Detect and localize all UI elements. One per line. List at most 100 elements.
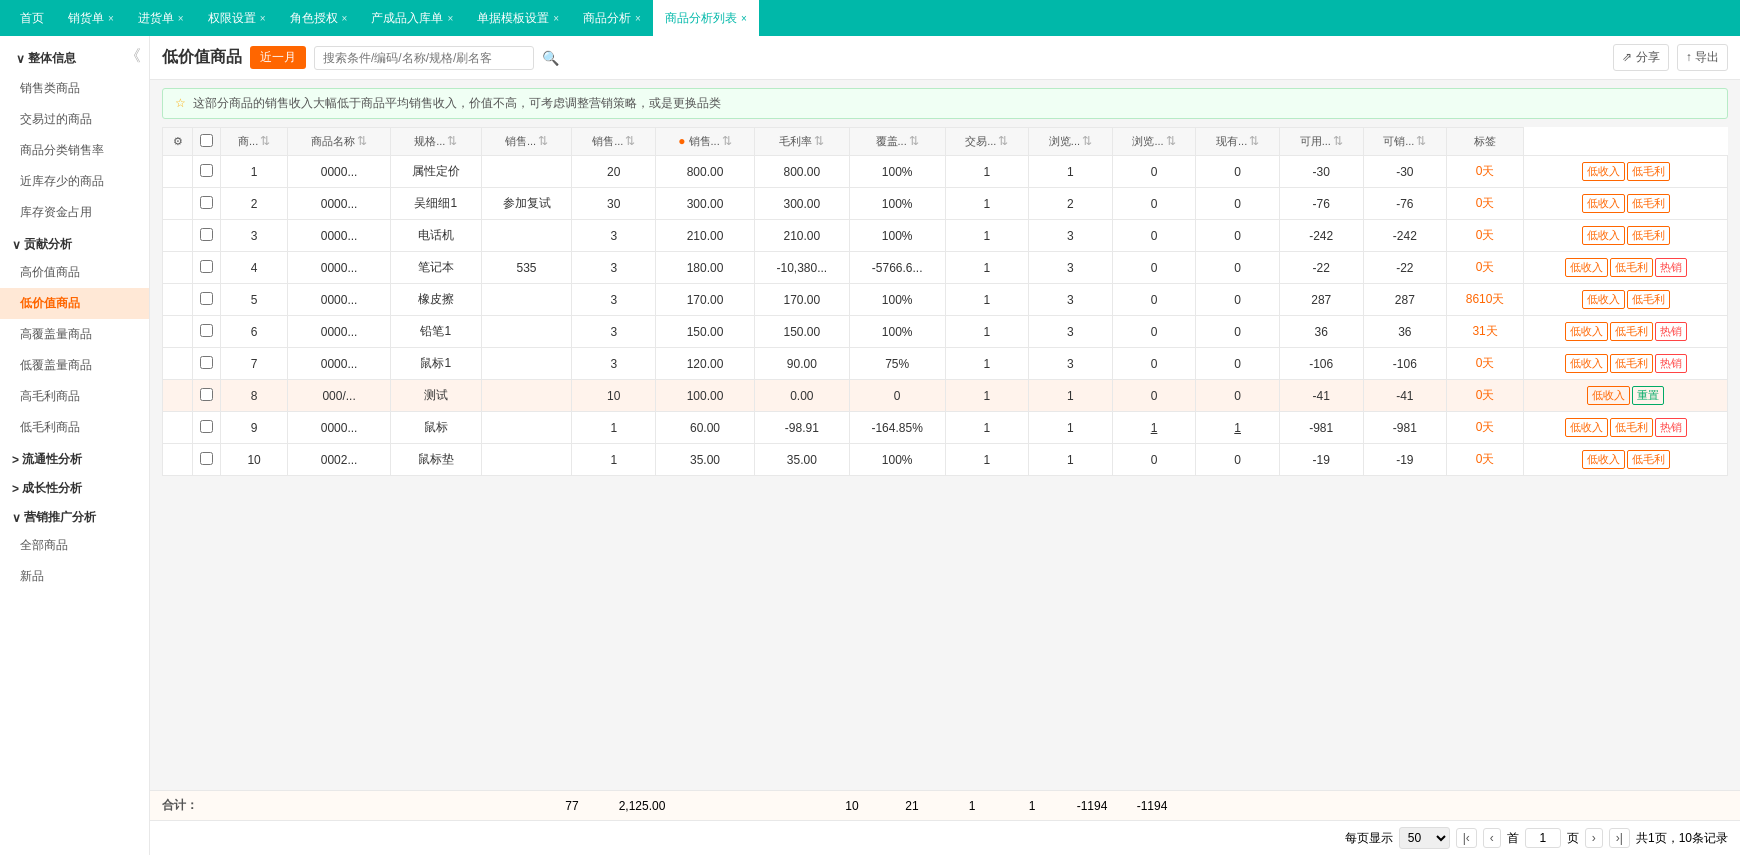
cell-days: 0天 [1447, 188, 1524, 220]
sidebar-item-all-products[interactable]: 全部商品 [0, 530, 149, 561]
cell-settings [163, 284, 193, 316]
cell-stock1: -30 [1279, 156, 1363, 188]
cell-check[interactable] [193, 252, 221, 284]
sidebar-item-traded[interactable]: 交易过的商品 [0, 104, 149, 135]
cell-num: 10 [221, 444, 288, 476]
cell-settings [163, 188, 193, 220]
close-icon[interactable]: × [553, 13, 559, 24]
nav-product-analysis-list[interactable]: 商品分析列表 × [653, 0, 759, 36]
nav-home[interactable]: 首页 [8, 0, 56, 36]
sidebar-item-category-sales[interactable]: 商品分类销售率 [0, 135, 149, 166]
browse-link2[interactable]: 1 [1234, 421, 1241, 435]
cell-check[interactable] [193, 444, 221, 476]
row-checkbox[interactable] [200, 388, 213, 401]
close-icon[interactable]: × [260, 13, 266, 24]
page-size-select[interactable]: 50 100 200 [1399, 827, 1450, 849]
row-checkbox[interactable] [200, 164, 213, 177]
nav-template-settings[interactable]: 单据模板设置 × [465, 0, 571, 36]
page-number-input[interactable] [1525, 828, 1561, 848]
sidebar-item-sales-products[interactable]: 销售类商品 [0, 73, 149, 104]
nav-sales-order[interactable]: 销货单 × [56, 0, 126, 36]
close-icon[interactable]: × [342, 13, 348, 24]
sidebar-item-high-margin[interactable]: 高毛利商品 [0, 381, 149, 412]
export-button[interactable]: ↑ 导出 [1677, 44, 1728, 71]
col-browse2: 浏览...⇅ [1112, 128, 1196, 156]
cell-margin: 100% [849, 188, 945, 220]
sidebar-item-low-margin[interactable]: 低毛利商品 [0, 412, 149, 443]
tag-badge: 热销 [1655, 322, 1687, 341]
cell-check[interactable] [193, 412, 221, 444]
page-size-label: 每页显示 [1345, 830, 1393, 847]
cell-settings [163, 252, 193, 284]
share-button[interactable]: ⇗ 分享 [1613, 44, 1668, 71]
first-page-btn[interactable]: |‹ [1456, 828, 1477, 848]
cell-browse1: 0 [1112, 444, 1196, 476]
cell-cover: 1 [945, 412, 1029, 444]
date-filter-button[interactable]: 近一月 [250, 46, 306, 69]
check-all-checkbox[interactable] [200, 134, 213, 147]
sidebar-section-liquidity[interactable]: > 流通性分析 [0, 443, 149, 472]
cell-check[interactable] [193, 348, 221, 380]
row-checkbox[interactable] [200, 228, 213, 241]
search-input[interactable] [314, 46, 534, 70]
nav-product-analysis[interactable]: 商品分析 × [571, 0, 653, 36]
close-icon[interactable]: × [741, 13, 747, 24]
sidebar-item-high-value[interactable]: 高价值商品 [0, 257, 149, 288]
sidebar-item-new-products[interactable]: 新品 [0, 561, 149, 592]
cell-check[interactable] [193, 156, 221, 188]
browse-link[interactable]: 1 [1151, 421, 1158, 435]
table-container[interactable]: ⚙ 商...⇅ 商品名称⇅ 规格...⇅ 销售...⇅ 销售...⇅ ● 销售.… [162, 127, 1728, 790]
cell-stock2: -76 [1363, 188, 1447, 220]
next-page-btn[interactable]: › [1585, 828, 1603, 848]
cell-margin: 100% [849, 316, 945, 348]
cell-spec [481, 316, 572, 348]
sidebar-item-low-stock[interactable]: 近库存少的商品 [0, 166, 149, 197]
table-row: 4 0000... 笔记本 535 3 180.00 -10,380... -5… [163, 252, 1728, 284]
row-checkbox[interactable] [200, 292, 213, 305]
close-icon[interactable]: × [635, 13, 641, 24]
cell-num: 7 [221, 348, 288, 380]
row-checkbox[interactable] [200, 260, 213, 273]
col-check-all[interactable] [193, 128, 221, 156]
cell-stock2: -106 [1363, 348, 1447, 380]
tag-badge: 低收入 [1565, 258, 1608, 277]
row-checkbox[interactable] [200, 324, 213, 337]
tag-badge: 低收入 [1582, 450, 1625, 469]
cell-num: 1 [221, 156, 288, 188]
sidebar-collapse-btn[interactable]: 《 [121, 44, 145, 69]
cell-sale1: 1 [572, 444, 656, 476]
col-settings[interactable]: ⚙ [163, 128, 193, 156]
cell-check[interactable] [193, 380, 221, 412]
sidebar-section-growth[interactable]: > 成长性分析 [0, 472, 149, 501]
cell-check[interactable] [193, 284, 221, 316]
cell-check[interactable] [193, 220, 221, 252]
row-checkbox[interactable] [200, 452, 213, 465]
last-page-btn[interactable]: ›| [1609, 828, 1630, 848]
sidebar-item-low-value[interactable]: 低价值商品 [0, 288, 149, 319]
nav-purchase-order[interactable]: 进货单 × [126, 0, 196, 36]
nav-product-storage[interactable]: 产成品入库单 × [359, 0, 465, 36]
search-icon[interactable]: 🔍 [542, 50, 559, 66]
cell-check[interactable] [193, 316, 221, 348]
cell-browse2: 0 [1196, 444, 1280, 476]
nav-permissions[interactable]: 权限设置 × [196, 0, 278, 36]
table-row: 6 0000... 铅笔1 3 150.00 150.00 100% 1 3 0… [163, 316, 1728, 348]
cell-trade: 2 [1029, 188, 1113, 220]
prev-page-btn[interactable]: ‹ [1483, 828, 1501, 848]
cell-check[interactable] [193, 188, 221, 220]
sidebar-item-high-coverage[interactable]: 高覆盖量商品 [0, 319, 149, 350]
row-checkbox[interactable] [200, 356, 213, 369]
cell-settings [163, 444, 193, 476]
close-icon[interactable]: × [108, 13, 114, 24]
cell-trade: 3 [1029, 252, 1113, 284]
tag-badge: 低收入 [1582, 194, 1625, 213]
row-checkbox[interactable] [200, 196, 213, 209]
cell-num: 6 [221, 316, 288, 348]
close-icon[interactable]: × [178, 13, 184, 24]
cell-trade: 1 [1029, 156, 1113, 188]
row-checkbox[interactable] [200, 420, 213, 433]
sidebar-item-stock-capital[interactable]: 库存资金占用 [0, 197, 149, 228]
close-icon[interactable]: × [447, 13, 453, 24]
sidebar-item-low-coverage[interactable]: 低覆盖量商品 [0, 350, 149, 381]
nav-role-auth[interactable]: 角色授权 × [278, 0, 360, 36]
